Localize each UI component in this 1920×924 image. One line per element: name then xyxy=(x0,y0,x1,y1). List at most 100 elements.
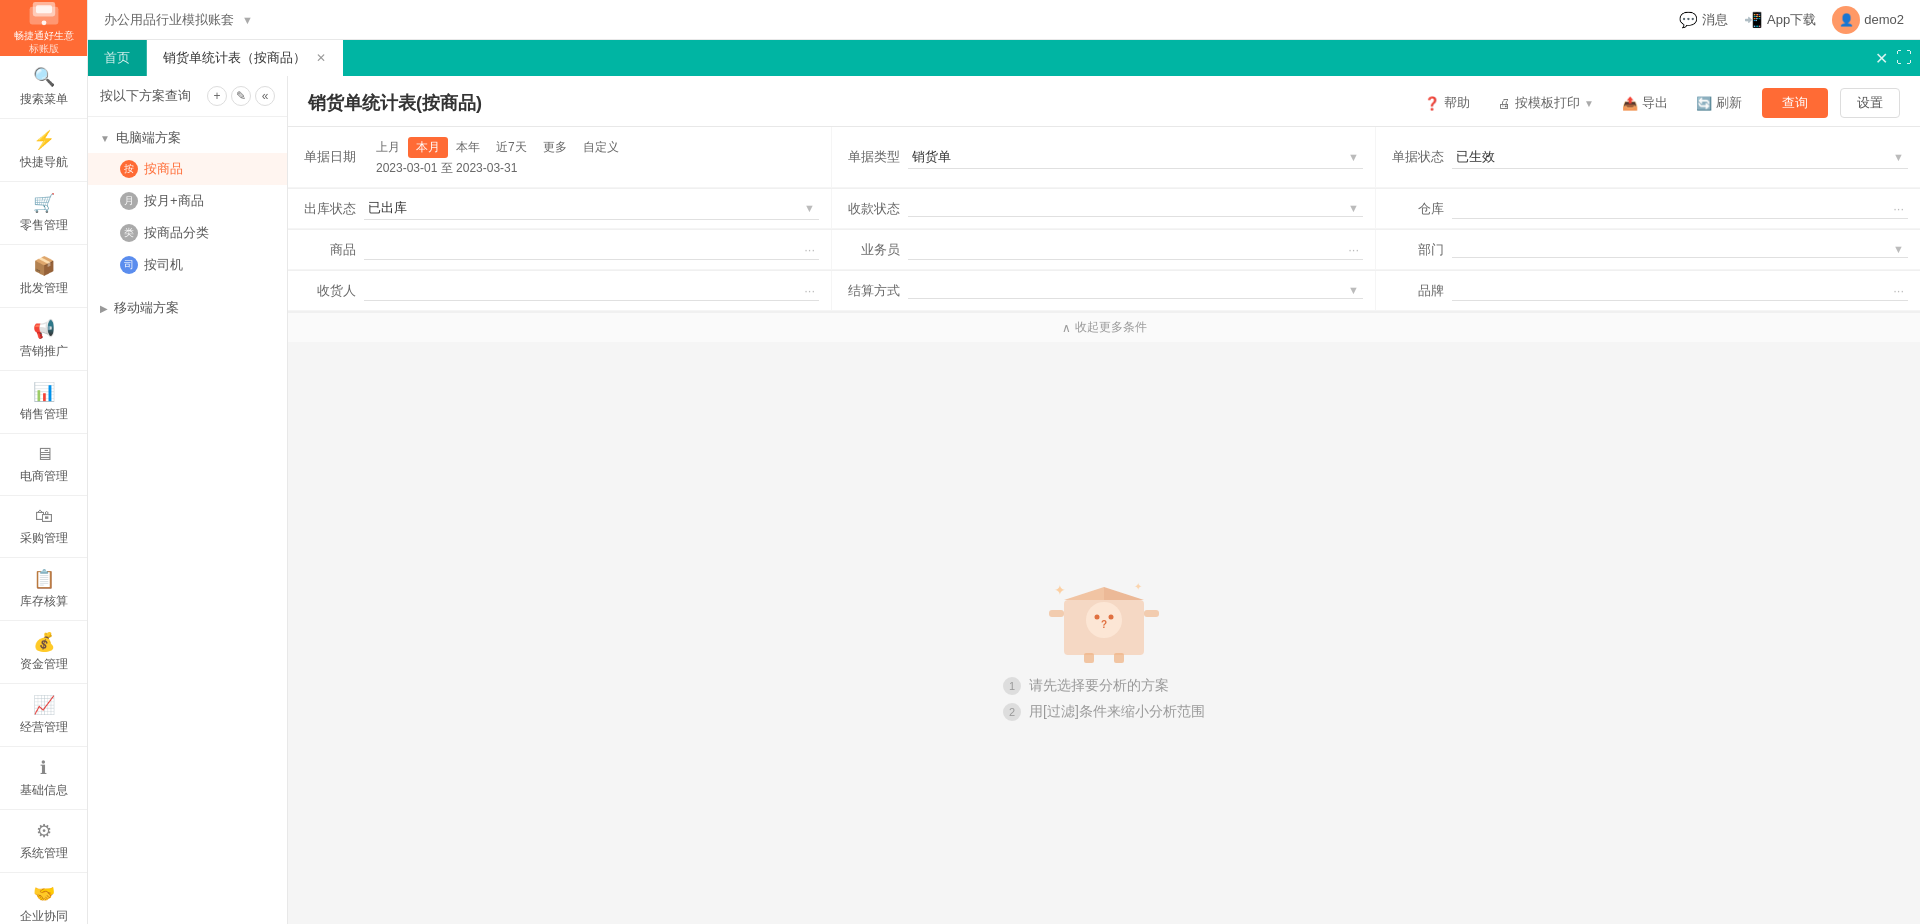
sidebar-item-finance[interactable]: 💰 资金管理 xyxy=(0,621,88,684)
user-name: demo2 xyxy=(1864,12,1904,27)
page-header: 销货单统计表(按商品) ❓ 帮助 🖨 按模板打印 ▼ 📤 导出 xyxy=(288,76,1920,127)
product-dots-icon[interactable]: ··· xyxy=(804,242,815,257)
empty-illustration: ? ✦ ✦ xyxy=(1039,545,1169,665)
settings-btn[interactable]: 设置 xyxy=(1840,88,1900,118)
sidebar-item-label: 批发管理 xyxy=(20,280,68,297)
export-icon: 📤 xyxy=(1622,96,1638,111)
mobile-group-header[interactable]: ▶ 移动端方案 xyxy=(88,293,287,323)
sidebar-item-basic-info[interactable]: ℹ 基础信息 xyxy=(0,747,88,810)
sidebar-item-enterprise[interactable]: 🤝 企业协同 xyxy=(0,873,88,924)
sidebar-item-search[interactable]: 🔍 搜索菜单 xyxy=(0,56,88,119)
tab-close-window-btn[interactable]: ✕ xyxy=(1875,49,1888,68)
docstatus-value: 已生效 xyxy=(1456,148,1495,166)
hint-num-1: 1 xyxy=(1003,677,1021,695)
filter-warehouse-cell: 仓库 ··· xyxy=(1376,189,1920,229)
collapse-up-icon: ∧ xyxy=(1062,321,1071,335)
date-tab-last-month[interactable]: 上月 xyxy=(368,137,408,158)
settlement-value-wrap[interactable]: ▼ xyxy=(908,282,1363,299)
salesperson-value-wrap[interactable]: ··· xyxy=(908,240,1363,260)
scheme-icon-by-category: 类 xyxy=(120,224,138,242)
date-tab-this-year[interactable]: 本年 xyxy=(448,137,488,158)
sidebar-item-label: 资金管理 xyxy=(20,656,68,673)
docstatus-value-wrap[interactable]: 已生效 ▼ xyxy=(1452,146,1908,169)
export-btn[interactable]: 📤 导出 xyxy=(1614,90,1676,116)
help-label: 帮助 xyxy=(1444,94,1470,112)
add-scheme-btn[interactable]: + xyxy=(207,86,227,106)
app-download-btn[interactable]: 📲 App下载 xyxy=(1744,11,1816,29)
svg-point-6 xyxy=(1095,615,1100,620)
date-tabs: 上月 本月 本年 近7天 更多 自定义 xyxy=(368,137,627,158)
brand-dots-icon[interactable]: ··· xyxy=(1893,283,1904,298)
scheme-label-by-product: 按商品 xyxy=(144,160,183,178)
date-tab-custom[interactable]: 自定义 xyxy=(575,137,627,158)
recipient-dots-icon[interactable]: ··· xyxy=(804,283,815,298)
filter-settlement-cell: 结算方式 ▼ xyxy=(832,271,1376,311)
inventory-icon: 📋 xyxy=(33,568,55,590)
edit-scheme-btn[interactable]: ✎ xyxy=(231,86,251,106)
filter-outstatus-cell: 出库状态 已出库 ▼ xyxy=(288,189,832,229)
sidebar-item-sales[interactable]: 📊 销售管理 xyxy=(0,371,88,434)
outstatus-value-wrap[interactable]: 已出库 ▼ xyxy=(364,197,819,220)
sidebar-item-label: 销售管理 xyxy=(20,406,68,423)
help-btn[interactable]: ❓ 帮助 xyxy=(1416,90,1478,116)
date-value[interactable]: 上月 本月 本年 近7天 更多 自定义 2023-03-01 至 2023-03… xyxy=(364,135,819,179)
left-panel-actions: + ✎ « xyxy=(207,86,275,106)
sidebar-item-system[interactable]: ⚙ 系统管理 xyxy=(0,810,88,873)
print-dropdown-icon: ▼ xyxy=(1584,98,1594,109)
tab-maximize-btn[interactable]: ⛶ xyxy=(1896,49,1912,67)
tab-close-btn[interactable]: ✕ xyxy=(316,51,326,65)
sidebar-item-inventory[interactable]: 📋 库存核算 xyxy=(0,558,88,621)
salesperson-dots-icon[interactable]: ··· xyxy=(1348,242,1359,257)
sidebar-item-label: 电商管理 xyxy=(20,468,68,485)
tab-home[interactable]: 首页 xyxy=(88,40,147,76)
sidebar-item-ecommerce[interactable]: 🖥 电商管理 xyxy=(0,434,88,496)
message-btn[interactable]: 💬 消息 xyxy=(1679,11,1728,29)
user-menu[interactable]: 👤 demo2 xyxy=(1832,6,1904,34)
sidebar-item-retail[interactable]: 🛒 零售管理 xyxy=(0,182,88,245)
scheme-item-by-product[interactable]: 按 按商品 xyxy=(88,153,287,185)
receiptstatus-value-wrap[interactable]: ▼ xyxy=(908,200,1363,217)
query-btn[interactable]: 查询 xyxy=(1762,88,1828,118)
collapse-label: 收起更多条件 xyxy=(1075,319,1147,336)
sidebar-item-wholesale[interactable]: 📦 批发管理 xyxy=(0,245,88,308)
print-btn[interactable]: 🖨 按模板打印 ▼ xyxy=(1490,90,1602,116)
collapse-more-btn[interactable]: ∧ 收起更多条件 xyxy=(288,312,1920,342)
department-value-wrap[interactable]: ▼ xyxy=(1452,241,1908,258)
sidebar-item-marketing[interactable]: 📢 营销推广 xyxy=(0,308,88,371)
scheme-label-by-month: 按月+商品 xyxy=(144,192,204,210)
sidebar-item-quick-nav[interactable]: ⚡ 快捷导航 xyxy=(0,119,88,182)
mobile-expand-icon: ▶ xyxy=(100,303,108,314)
app-logo: 畅捷通好生意 标账版 xyxy=(0,0,88,56)
sidebar-item-operations[interactable]: 📈 经营管理 xyxy=(0,684,88,747)
sidebar-item-label: 系统管理 xyxy=(20,845,68,862)
brand-label: 品牌 xyxy=(1388,282,1452,300)
doctype-chevron-icon: ▼ xyxy=(1348,151,1359,163)
refresh-btn[interactable]: 🔄 刷新 xyxy=(1688,90,1750,116)
expand-triangle-icon: ▼ xyxy=(100,133,110,144)
warehouse-dots-icon[interactable]: ··· xyxy=(1893,201,1904,216)
scheme-item-by-cashier[interactable]: 司 按司机 xyxy=(88,249,287,281)
date-tab-this-month[interactable]: 本月 xyxy=(408,137,448,158)
header-right: 💬 消息 📲 App下载 👤 demo2 xyxy=(1679,6,1904,34)
desktop-group-header[interactable]: ▼ 电脑端方案 xyxy=(88,123,287,153)
date-tab-more[interactable]: 更多 xyxy=(535,137,575,158)
date-tab-7days[interactable]: 近7天 xyxy=(488,137,535,158)
recipient-value-wrap[interactable]: ··· xyxy=(364,281,819,301)
svg-text:✦: ✦ xyxy=(1054,582,1066,598)
tab-sales-stat[interactable]: 销货单统计表（按商品） ✕ xyxy=(147,40,343,76)
home-tab-label: 首页 xyxy=(104,49,130,67)
doctype-value-wrap[interactable]: 销货单 ▼ xyxy=(908,146,1363,169)
warehouse-value-wrap[interactable]: ··· xyxy=(1452,199,1908,219)
search-icon: 🔍 xyxy=(33,66,55,88)
page-actions: ❓ 帮助 🖨 按模板打印 ▼ 📤 导出 🔄 刷新 xyxy=(1416,88,1900,118)
receiptstatus-chevron-icon: ▼ xyxy=(1348,202,1359,214)
message-icon: 💬 xyxy=(1679,11,1698,29)
scheme-item-by-category[interactable]: 类 按商品分类 xyxy=(88,217,287,249)
product-value-wrap[interactable]: ··· xyxy=(364,240,819,260)
workspace-selector[interactable]: 办公用品行业模拟账套 ▼ xyxy=(104,11,253,29)
sidebar-item-purchase[interactable]: 🛍 采购管理 xyxy=(0,496,88,558)
scheme-item-by-month-product[interactable]: 月 按月+商品 xyxy=(88,185,287,217)
collapse-panel-btn[interactable]: « xyxy=(255,86,275,106)
brand-value-wrap[interactable]: ··· xyxy=(1452,281,1908,301)
filter-product-cell: 商品 ··· xyxy=(288,230,832,270)
